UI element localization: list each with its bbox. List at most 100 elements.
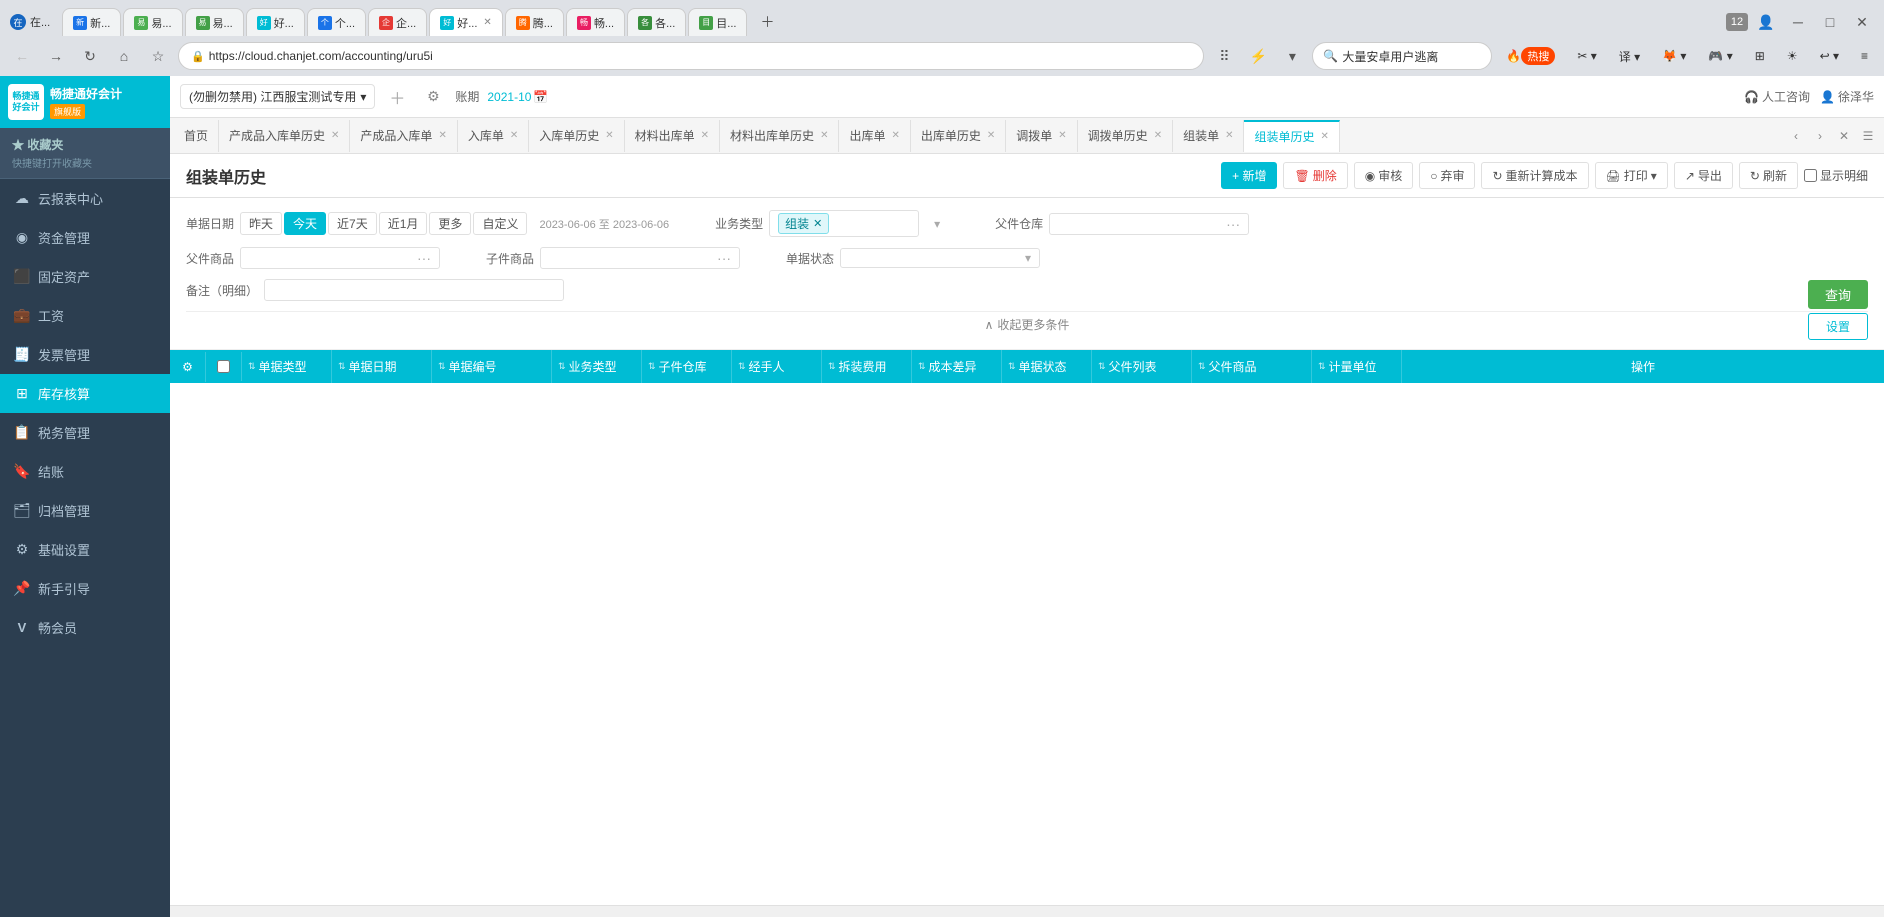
game-btn[interactable]: 🎮 ▾ [1700, 42, 1740, 70]
minimize-btn[interactable]: ─ [1784, 8, 1812, 36]
dropdown-btn[interactable]: ▾ [1278, 42, 1306, 70]
th-handler[interactable]: ⇅ 经手人 [732, 350, 822, 383]
filter-parent-warehouse-input[interactable]: ··· [1049, 213, 1249, 235]
sidebar-item-invoice[interactable]: 🧾 发票管理 [0, 335, 170, 374]
sidebar-item-settings[interactable]: ⚙ 基础设置 [0, 530, 170, 569]
page-tab-transfer-history[interactable]: 调拨单历史 ✕ [1078, 120, 1173, 152]
page-tab-assemble-history[interactable]: 组装单历史 ✕ [1244, 120, 1339, 152]
child-goods-more-icon[interactable]: ··· [717, 250, 731, 266]
profile-icon[interactable]: 👤 [1752, 8, 1780, 36]
page-tab-out-order[interactable]: 出库单 ✕ [839, 120, 910, 152]
select-all-checkbox[interactable] [217, 360, 230, 373]
biz-type-dropdown-btn[interactable]: ▾ [925, 217, 949, 231]
th-checkbox[interactable] [206, 352, 242, 381]
show-detail-checkbox[interactable] [1804, 169, 1817, 182]
bookmark-btn[interactable]: ☆ [144, 42, 172, 70]
browser-tab-5[interactable]: 个 个... [307, 8, 366, 36]
close-tab-assemble[interactable]: ✕ [1225, 130, 1233, 141]
show-detail-toggle[interactable]: 显示明细 [1804, 167, 1868, 184]
back-btn[interactable]: ← [8, 42, 36, 70]
tab-count-badge[interactable]: 12 [1726, 13, 1748, 31]
filter-biz-type-input[interactable]: 组装 ✕ [769, 210, 919, 237]
new-btn[interactable]: + 新增 [1221, 162, 1277, 189]
browser-tab-10[interactable]: 各 各... [627, 8, 686, 36]
browser-tab-4[interactable]: 好 好... [246, 8, 305, 36]
scrollbar-area[interactable] [170, 905, 1884, 917]
maximize-btn[interactable]: □ [1816, 8, 1844, 36]
export-btn[interactable]: ↗ 导出 [1674, 162, 1733, 189]
browser-tab-3[interactable]: 易 易... [185, 8, 244, 36]
close-tab-mat-out[interactable]: ✕ [701, 130, 709, 141]
company-add-btn[interactable]: ＋ [383, 83, 411, 111]
home-btn[interactable]: ⌂ [110, 42, 138, 70]
delete-btn[interactable]: 🗑 删除 [1283, 162, 1347, 189]
filter-note-input[interactable] [264, 279, 564, 301]
th-parent-list[interactable]: ⇅ 父件列表 [1092, 350, 1192, 383]
brightness-btn[interactable]: ☀ [1779, 42, 1806, 70]
parent-warehouse-more-icon[interactable]: ··· [1226, 216, 1240, 232]
filter-btn-7days[interactable]: 近7天 [328, 212, 377, 235]
browser-tab-9[interactable]: 畅 畅... [566, 8, 625, 36]
browser-tab-7[interactable]: 好 好... ✕ [429, 8, 503, 36]
approve-btn[interactable]: ◉ 审核 [1354, 162, 1414, 189]
close-tab-transfer[interactable]: ✕ [1058, 130, 1066, 141]
filter-child-goods-input[interactable]: ··· [540, 247, 740, 269]
apps-btn[interactable]: ⠿ [1210, 42, 1238, 70]
page-tab-home[interactable]: 首页 [174, 120, 219, 152]
parent-goods-more-icon[interactable]: ··· [417, 250, 431, 266]
browser-tab-2[interactable]: 易 易... [123, 8, 182, 36]
browser-tab-8[interactable]: 腾 腾... [505, 8, 564, 36]
new-tab-btn[interactable]: ＋ [753, 8, 781, 36]
th-bill-date[interactable]: ⇅ 单据日期 [332, 350, 432, 383]
tab-close-7[interactable]: ✕ [483, 17, 491, 28]
page-tab-assemble[interactable]: 组装单 ✕ [1173, 120, 1244, 152]
filter-btn-today[interactable]: 今天 [284, 212, 326, 235]
sidebar-item-fixed-assets[interactable]: ⬛ 固定资产 [0, 257, 170, 296]
tab-scroll-left-btn[interactable]: ‹ [1784, 124, 1808, 148]
browser-tab-6[interactable]: 企 企... [368, 8, 427, 36]
page-tab-prod-in[interactable]: 产成品入库单 ✕ [350, 120, 457, 152]
browser-tab-0[interactable]: 在 在... [0, 8, 60, 36]
tab-scroll-right-btn[interactable]: › [1808, 124, 1832, 148]
refresh-browser-btn[interactable]: ↻ [76, 42, 104, 70]
th-bill-no[interactable]: ⇅ 单据编号 [432, 350, 552, 383]
cut-btn[interactable]: ✂ ▾ [1569, 42, 1604, 70]
close-tab-out-order[interactable]: ✕ [891, 130, 899, 141]
th-child-warehouse[interactable]: ⇅ 子件仓库 [642, 350, 732, 383]
th-parent-goods[interactable]: ⇅ 父件商品 [1192, 350, 1312, 383]
th-disassemble-fee[interactable]: ⇅ 拆装费用 [822, 350, 912, 383]
page-tab-in-history[interactable]: 入库单历史 ✕ [529, 120, 624, 152]
page-tab-mat-out-history[interactable]: 材料出库单历史 ✕ [720, 120, 839, 152]
print-btn[interactable]: 🖨 打印 ▾ [1595, 162, 1668, 189]
sidebar-item-tax[interactable]: 📋 税务管理 [0, 413, 170, 452]
close-tab-assemble-history[interactable]: ✕ [1321, 131, 1329, 142]
page-tab-out-history[interactable]: 出库单历史 ✕ [911, 120, 1006, 152]
user-profile[interactable]: 👤 徐泽华 [1820, 88, 1874, 105]
close-tab-transfer-history[interactable]: ✕ [1154, 130, 1162, 141]
page-tab-in-order[interactable]: 入库单 ✕ [458, 120, 529, 152]
refresh-btn[interactable]: ↻ 刷新 [1739, 162, 1798, 189]
settings-filter-btn[interactable]: 设置 [1808, 313, 1868, 340]
filter-order-status-select[interactable]: ▾ [840, 248, 1040, 268]
support-btn[interactable]: 🎧 人工咨询 [1744, 88, 1810, 105]
th-unit[interactable]: ⇅ 计量单位 [1312, 350, 1402, 383]
sidebar-item-payroll[interactable]: 💼 工资 [0, 296, 170, 335]
tab-more-btn[interactable]: ☰ [1856, 124, 1880, 148]
page-tab-transfer[interactable]: 调拨单 ✕ [1006, 120, 1077, 152]
search-bar[interactable]: 🔍 大量安卓用户逃离 [1312, 42, 1492, 70]
close-tab-out-history[interactable]: ✕ [987, 130, 995, 141]
sidebar-item-member[interactable]: V 畅会员 [0, 608, 170, 647]
close-tab-mat-out-history[interactable]: ✕ [820, 130, 828, 141]
page-tab-mat-out[interactable]: 材料出库单 ✕ [625, 120, 720, 152]
menu-btn[interactable]: ≡ [1853, 42, 1876, 70]
page-tab-prod-in-history[interactable]: 产成品入库单历史 ✕ [219, 120, 350, 152]
browser-tab-11[interactable]: 目 目... [688, 8, 747, 36]
period-value[interactable]: 2021-10 📅 [487, 90, 548, 104]
unapprove-btn[interactable]: ○ 弃审 [1419, 162, 1475, 189]
query-btn[interactable]: 查询 [1808, 280, 1868, 309]
close-tab-in-order[interactable]: ✕ [510, 130, 518, 141]
close-tab-in-history[interactable]: ✕ [605, 130, 613, 141]
close-tab-prod-in-history[interactable]: ✕ [331, 130, 339, 141]
filter-btn-1month[interactable]: 近1月 [379, 212, 428, 235]
filter-btn-more[interactable]: 更多 [429, 212, 471, 235]
